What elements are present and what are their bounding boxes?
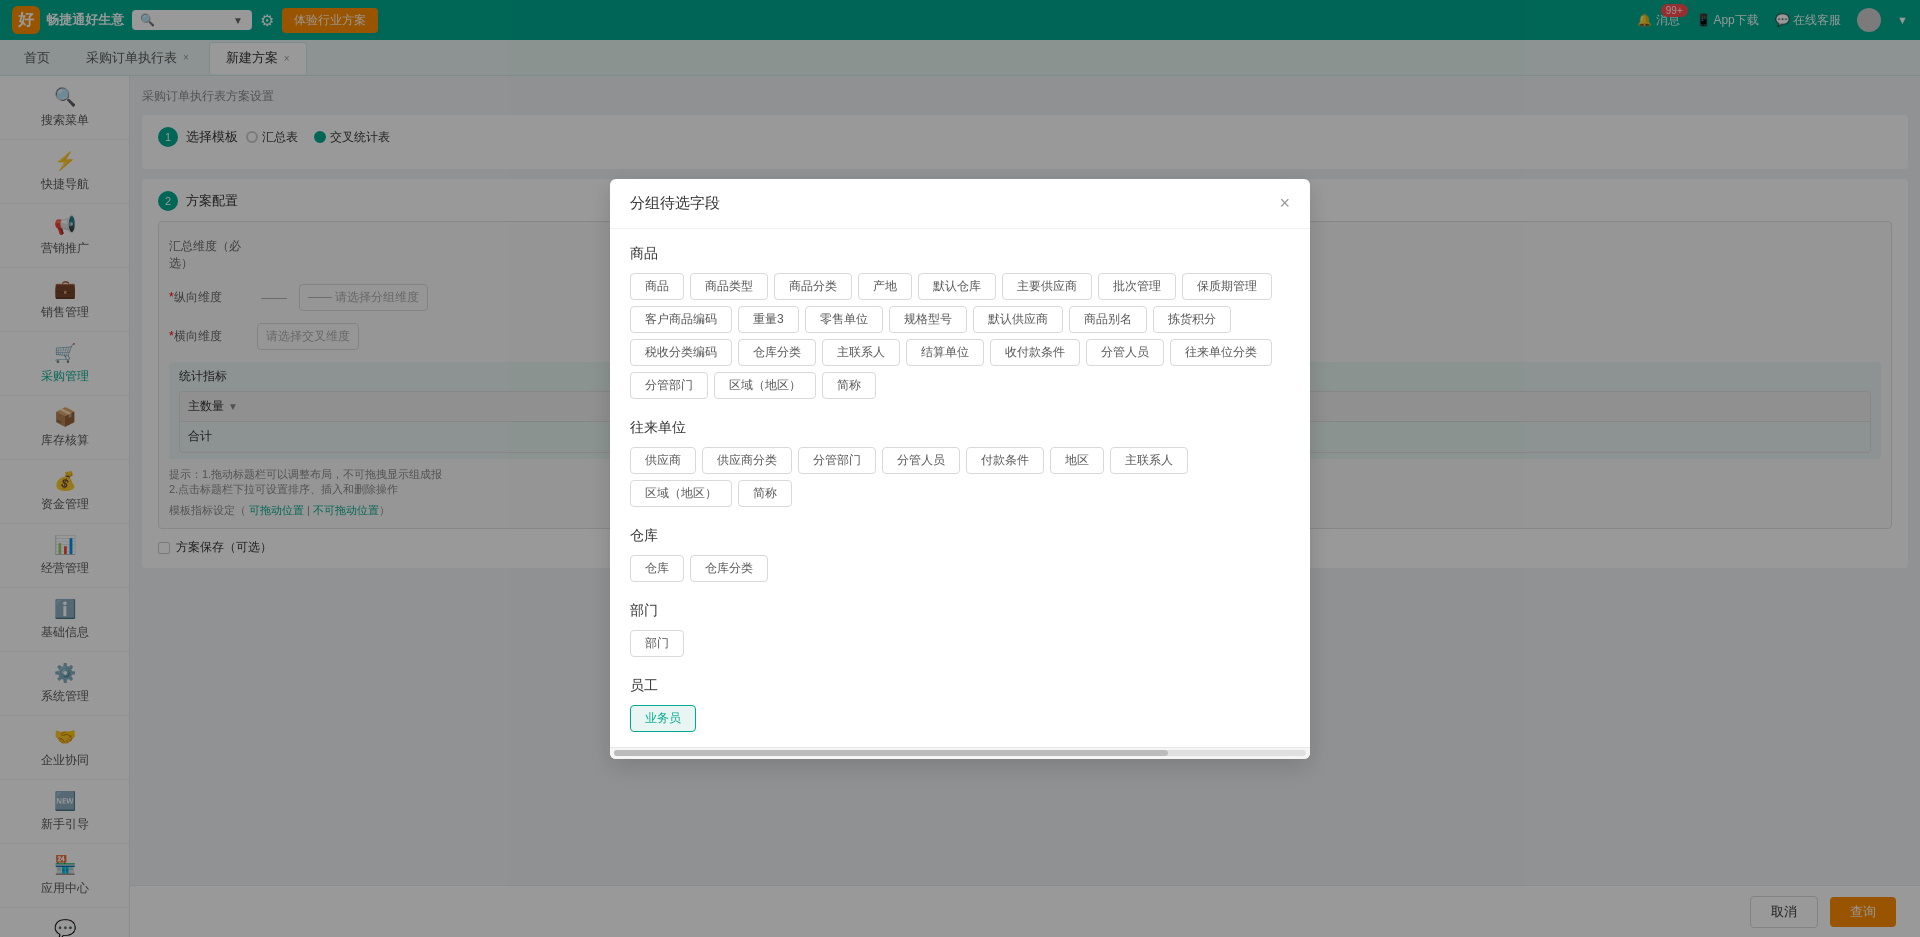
field-tag-customer-code[interactable]: 客户商品编码 (630, 306, 732, 333)
field-tag-default-supplier[interactable]: 默认供应商 (973, 306, 1063, 333)
field-tags-partner: 供应商 供应商分类 分管部门 分管人员 付款条件 地区 主联系人 区域（地区） … (630, 447, 1290, 507)
field-tag-warehouse-category[interactable]: 仓库分类 (738, 339, 816, 366)
field-tag-supervisor-dept[interactable]: 分管部门 (630, 372, 708, 399)
field-tag-short-name-product[interactable]: 简称 (822, 372, 876, 399)
field-group-dept: 部门 部门 (630, 602, 1290, 657)
field-tag-dept[interactable]: 部门 (630, 630, 684, 657)
field-tag-pick-points[interactable]: 拣货积分 (1153, 306, 1231, 333)
field-tags-warehouse: 仓库 仓库分类 (630, 555, 1290, 582)
field-tag-partner-category[interactable]: 往来单位分类 (1170, 339, 1272, 366)
field-group-employee: 员工 业务员 (630, 677, 1290, 732)
field-tag-dept-partner[interactable]: 分管部门 (798, 447, 876, 474)
field-tag-origin[interactable]: 产地 (858, 273, 912, 300)
field-tag-product[interactable]: 商品 (630, 273, 684, 300)
field-tag-supplier[interactable]: 供应商 (630, 447, 696, 474)
field-tag-region-product[interactable]: 区域（地区） (714, 372, 816, 399)
modal-title: 分组待选字段 (630, 194, 720, 213)
field-tag-product-alias[interactable]: 商品别名 (1069, 306, 1147, 333)
field-tag-warehouse-cat[interactable]: 仓库分类 (690, 555, 768, 582)
field-tag-contact-partner[interactable]: 主联系人 (1110, 447, 1188, 474)
field-tag-supervisor[interactable]: 分管人员 (1086, 339, 1164, 366)
field-tag-person-partner[interactable]: 分管人员 (882, 447, 960, 474)
field-tag-area-partner[interactable]: 区域（地区） (630, 480, 732, 507)
field-tags-employee: 业务员 (630, 705, 1290, 732)
field-group-product-title: 商品 (630, 245, 1290, 263)
modal-close-button[interactable]: × (1279, 193, 1290, 214)
field-tag-warehouse[interactable]: 仓库 (630, 555, 684, 582)
field-tag-product-type[interactable]: 商品类型 (690, 273, 768, 300)
field-group-partner: 往来单位 供应商 供应商分类 分管部门 分管人员 付款条件 地区 主联系人 区域… (630, 419, 1290, 507)
field-tag-shelf-life[interactable]: 保质期管理 (1182, 273, 1272, 300)
modal-body: 商品 商品 商品类型 商品分类 产地 默认仓库 主要供应商 批次管理 保质期管理… (610, 229, 1310, 748)
field-tag-payment-terms[interactable]: 收付款条件 (990, 339, 1080, 366)
field-tags-product: 商品 商品类型 商品分类 产地 默认仓库 主要供应商 批次管理 保质期管理 客户… (630, 273, 1290, 399)
field-tag-main-supplier[interactable]: 主要供应商 (1002, 273, 1092, 300)
field-tag-settlement-unit[interactable]: 结算单位 (906, 339, 984, 366)
field-tag-main-contact[interactable]: 主联系人 (822, 339, 900, 366)
field-tag-retail-unit[interactable]: 零售单位 (805, 306, 883, 333)
modal-overlay[interactable]: 分组待选字段 × 商品 商品 商品类型 商品分类 产地 默认仓库 主要供应商 批… (0, 0, 1920, 937)
field-tag-supplier-category[interactable]: 供应商分类 (702, 447, 792, 474)
modal-hscrollbar[interactable] (610, 747, 1310, 758)
modal-header: 分组待选字段 × (610, 179, 1310, 229)
field-group-partner-title: 往来单位 (630, 419, 1290, 437)
field-group-employee-title: 员工 (630, 677, 1290, 695)
field-tag-payment-cond[interactable]: 付款条件 (966, 447, 1044, 474)
field-tag-weight3[interactable]: 重量3 (738, 306, 799, 333)
field-tag-product-category[interactable]: 商品分类 (774, 273, 852, 300)
field-tag-default-warehouse[interactable]: 默认仓库 (918, 273, 996, 300)
field-tags-dept: 部门 (630, 630, 1290, 657)
field-tag-region-partner[interactable]: 地区 (1050, 447, 1104, 474)
field-tag-spec-model[interactable]: 规格型号 (889, 306, 967, 333)
field-group-product: 商品 商品 商品类型 商品分类 产地 默认仓库 主要供应商 批次管理 保质期管理… (630, 245, 1290, 399)
field-tag-salesperson[interactable]: 业务员 (630, 705, 696, 732)
field-group-dept-title: 部门 (630, 602, 1290, 620)
field-group-warehouse: 仓库 仓库 仓库分类 (630, 527, 1290, 582)
field-tag-batch-management[interactable]: 批次管理 (1098, 273, 1176, 300)
field-tag-tax-code[interactable]: 税收分类编码 (630, 339, 732, 366)
field-select-modal: 分组待选字段 × 商品 商品 商品类型 商品分类 产地 默认仓库 主要供应商 批… (610, 179, 1310, 759)
field-tag-short-partner[interactable]: 简称 (738, 480, 792, 507)
field-group-warehouse-title: 仓库 (630, 527, 1290, 545)
